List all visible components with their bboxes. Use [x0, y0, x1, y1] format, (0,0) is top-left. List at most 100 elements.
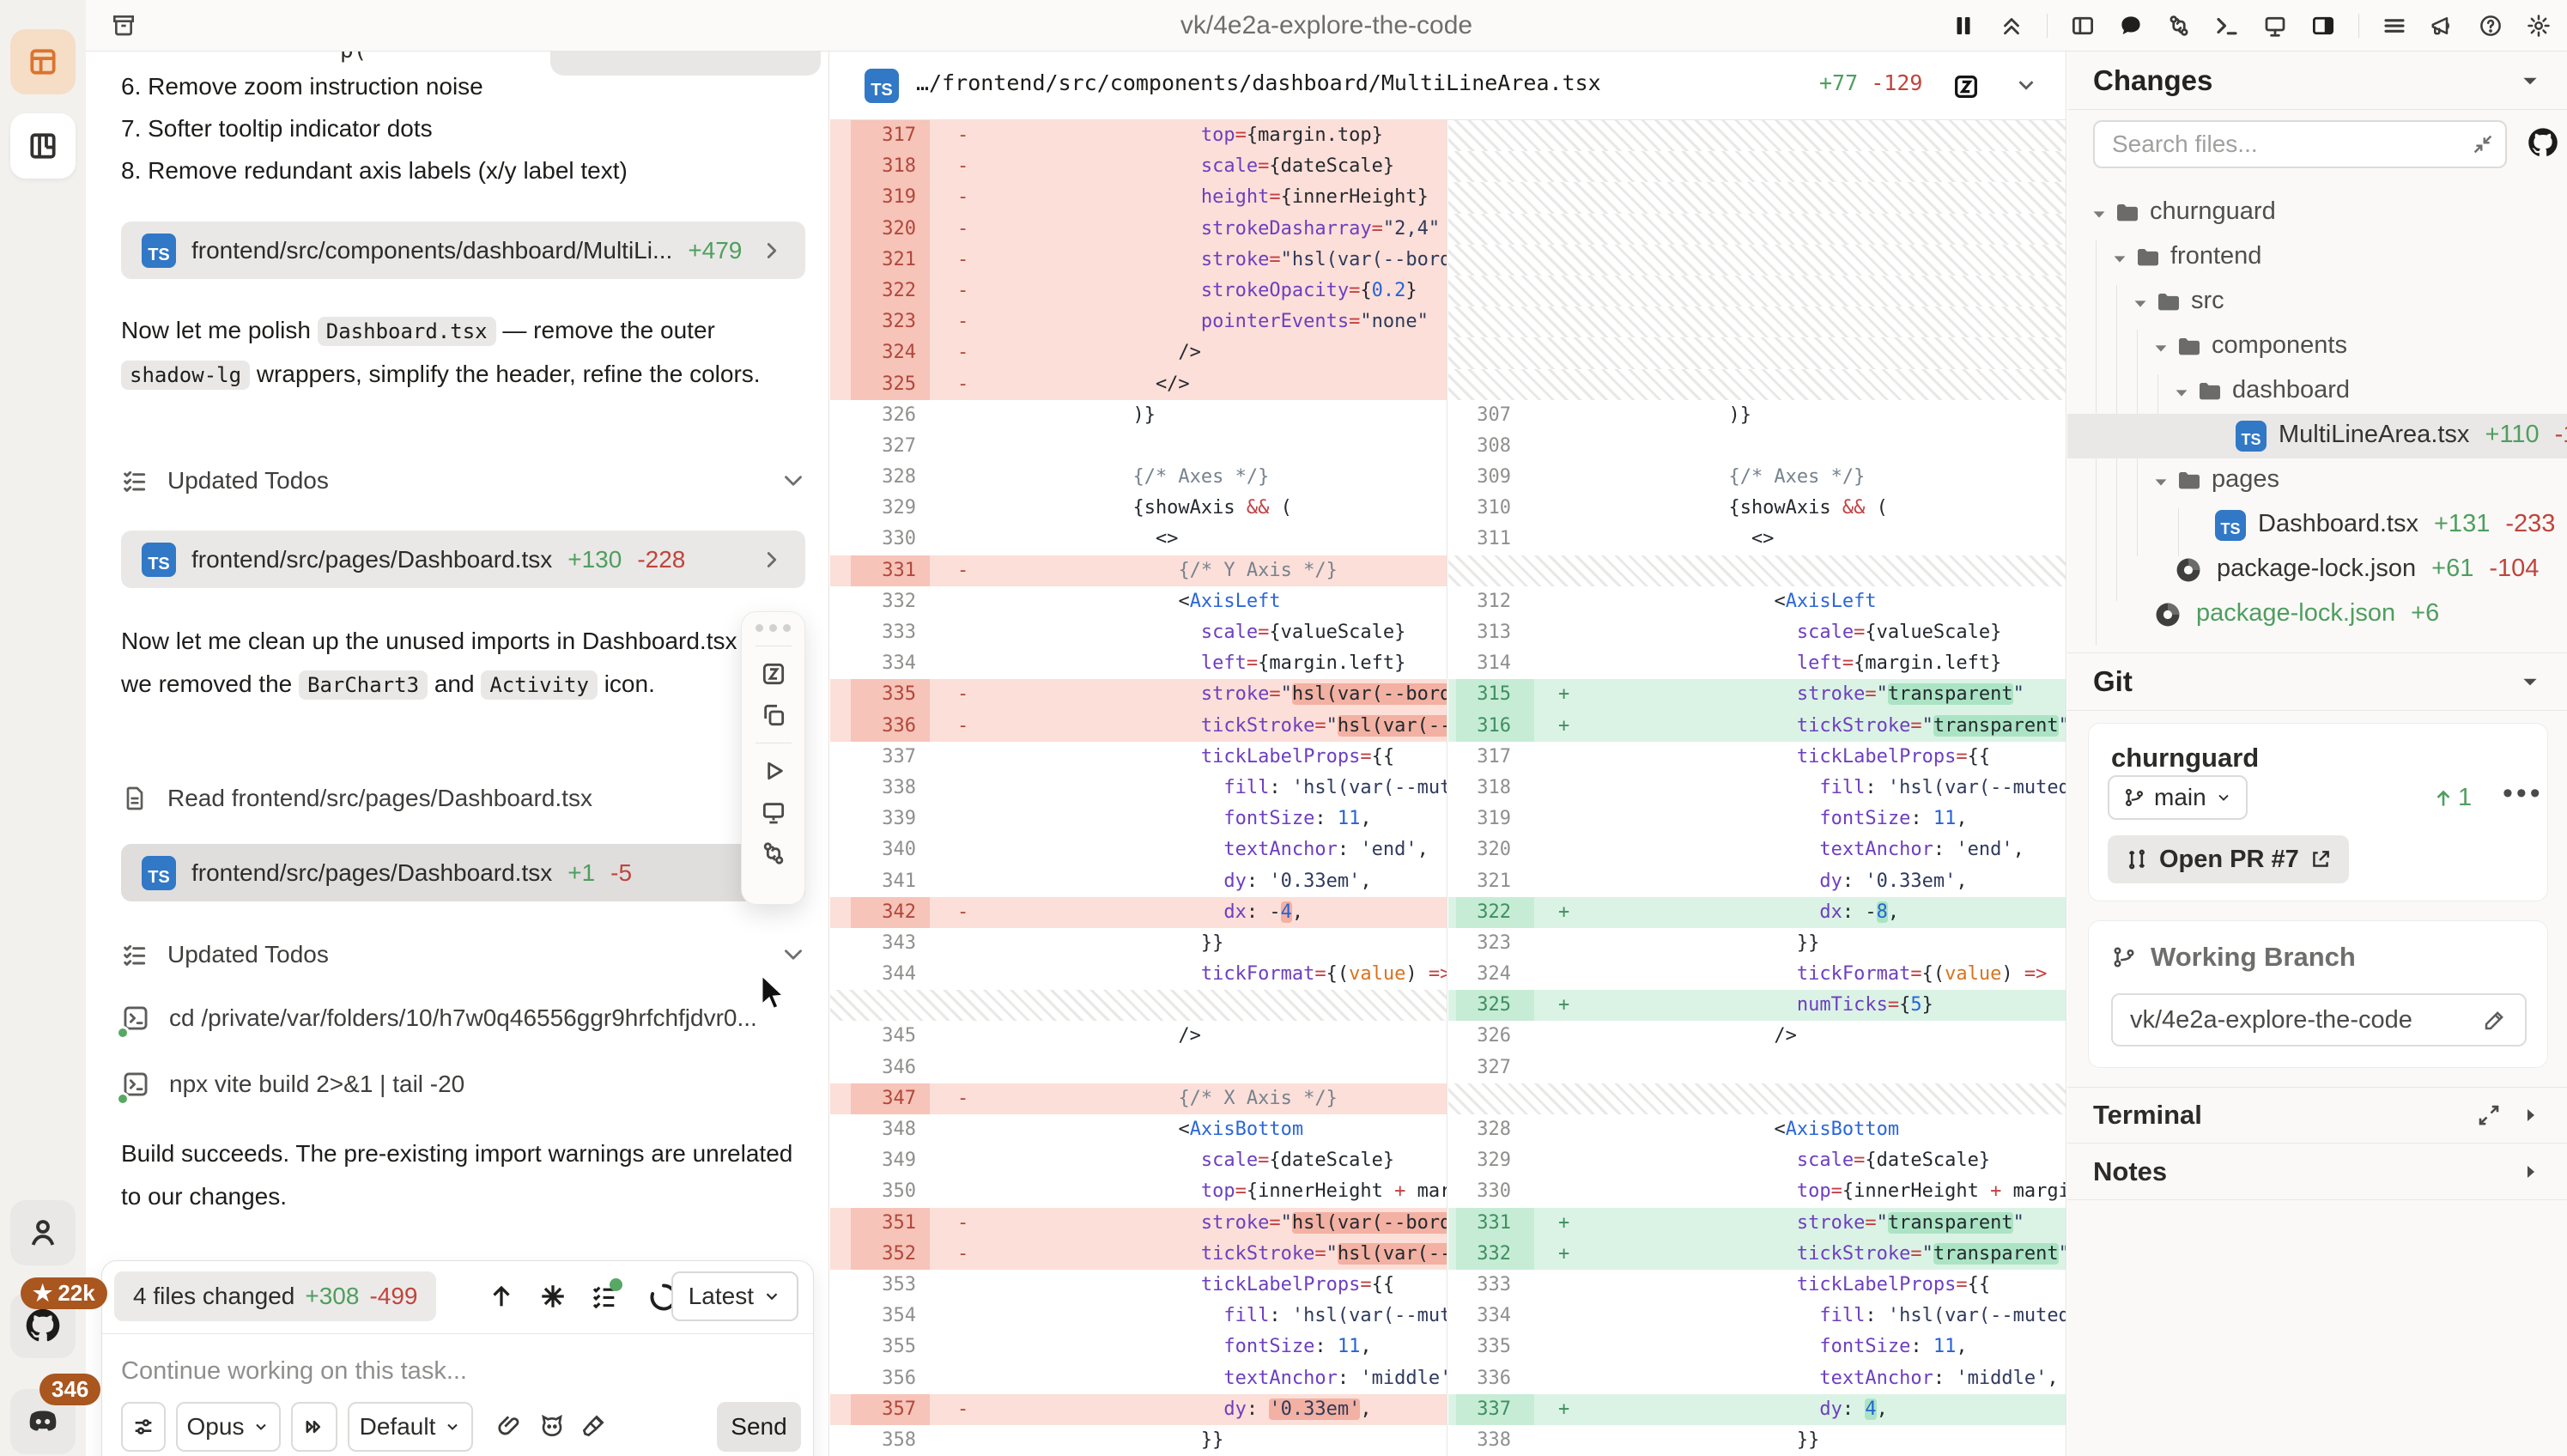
tree-file-Dashboard.tsx[interactable]: TSDashboard.tsx+131-233 — [2067, 503, 2567, 548]
assistant-paragraph: Now let me polish Dashboard.tsx — remove… — [121, 309, 818, 397]
diff-line: 309 {/* Axes */} — [1448, 462, 2066, 493]
git-compare-icon[interactable] — [760, 840, 787, 867]
chat-input[interactable] — [121, 1349, 791, 1393]
model-selector[interactable]: Opus — [176, 1402, 281, 1452]
git-more-menu[interactable]: ••• — [2503, 777, 2544, 810]
left-panel-icon[interactable] — [2070, 13, 2096, 39]
diff-line: 319- height={innerHeight} — [830, 182, 1447, 213]
added-count: +61 — [2431, 555, 2473, 582]
diff-line: 326 )} — [830, 400, 1447, 431]
branch-selector[interactable]: main — [2108, 775, 2248, 820]
chevron-down-icon[interactable] — [779, 466, 808, 495]
tree-file-MultiLineArea.tsx[interactable]: TSMultiLineArea.tsx+110-162 — [2067, 414, 2567, 458]
menu-icon[interactable] — [2382, 13, 2407, 39]
tool-call-row[interactable]: Updated Todos — [121, 461, 808, 500]
file-change-chip[interactable]: TSfrontend/src/components/dashboard/Mult… — [121, 221, 805, 279]
expand-icon[interactable] — [2476, 1102, 2502, 1128]
collapse-tree-icon[interactable] — [2471, 132, 2495, 156]
collapse-all-icon[interactable] — [1999, 13, 2024, 39]
cat-agent-icon[interactable] — [538, 1412, 566, 1440]
archive-icon[interactable] — [110, 12, 137, 39]
copy-icon[interactable] — [760, 701, 787, 729]
spark-icon[interactable] — [538, 1282, 567, 1311]
diff-line: 341 dy: '0.33em', — [830, 866, 1447, 897]
run-icon[interactable] — [760, 757, 787, 785]
drag-handle-icon[interactable] — [756, 624, 791, 632]
diff-view-icon[interactable] — [1951, 72, 1981, 101]
account-button[interactable] — [10, 1200, 76, 1265]
chevron-down-icon — [2519, 70, 2541, 92]
send-button[interactable]: Send — [717, 1402, 801, 1452]
tool-call-row[interactable]: cd /private/var/folders/10/h7w0q46556ggr… — [121, 998, 808, 1038]
tool-call-row[interactable]: npx vite build 2>&1 | tail -20 — [121, 1065, 808, 1104]
working-branch-field[interactable]: vk/4e2a-explore-the-code — [2111, 993, 2527, 1046]
tree-toggle-icon[interactable] — [2151, 473, 2170, 492]
tree-folder-pages[interactable]: pages — [2067, 458, 2567, 503]
tree-file-package-lock.json[interactable]: package-lock.json+6 — [2067, 592, 2567, 637]
git-compare-icon[interactable] — [2166, 13, 2192, 39]
search-input[interactable] — [2112, 125, 2447, 163]
diff-line — [1448, 1083, 2066, 1114]
tree-toggle-icon[interactable] — [2151, 339, 2170, 358]
panel-layout-button[interactable] — [10, 29, 76, 94]
monitor-icon[interactable] — [2262, 13, 2288, 39]
help-icon[interactable] — [2478, 13, 2503, 39]
version-selector[interactable]: Latest — [671, 1271, 798, 1321]
todo-list-item: 8. Remove redundant axis labels (x/y lab… — [121, 149, 628, 191]
scroll-up-icon[interactable] — [487, 1282, 516, 1311]
diff-line: 335- stroke="hsl(var(--border))" — [830, 679, 1447, 710]
tree-folder-dashboard[interactable]: dashboard — [2067, 369, 2567, 414]
tree-toggle-icon[interactable] — [2110, 250, 2129, 269]
tree-toggle-icon[interactable] — [2131, 294, 2150, 313]
edit-pencil-icon[interactable] — [2482, 1007, 2508, 1033]
attach-icon[interactable] — [495, 1412, 523, 1440]
working-branch-label: Working Branch — [2151, 942, 2356, 973]
diff-line: 326 /> — [1448, 1021, 2066, 1052]
folder-name: components — [2212, 331, 2347, 360]
tree-file-package-lock.json[interactable]: package-lock.json+61-104 — [2067, 548, 2567, 592]
tree-toggle-icon[interactable] — [2172, 384, 2191, 403]
feedback-megaphone-icon[interactable] — [2430, 13, 2455, 39]
open-diff-icon[interactable] — [760, 660, 787, 688]
diff-line: 351- stroke="hsl(var(--border))" — [830, 1208, 1447, 1239]
tree-toggle-icon[interactable] — [2090, 205, 2109, 224]
settings-gear-icon[interactable] — [2526, 13, 2552, 39]
top-bar: vk/4e2a-explore-the-code — [86, 0, 2567, 52]
tree-folder-components[interactable]: components — [2067, 325, 2567, 369]
folder-name: pages — [2212, 465, 2279, 494]
tree-folder-churnguard[interactable]: churnguard — [2067, 191, 2567, 235]
github-link-icon[interactable] — [2526, 125, 2560, 160]
running-status-dot — [116, 1092, 130, 1106]
preview-icon[interactable] — [760, 798, 787, 826]
broom-icon[interactable] — [580, 1412, 607, 1440]
folder-icon — [2196, 378, 2224, 405]
terminal-section-header[interactable]: Terminal — [2067, 1087, 2567, 1144]
open-pr-button[interactable]: Open PR #7 — [2108, 835, 2349, 883]
tool-call-row[interactable]: Read frontend/src/pages/Dashboard.tsx — [121, 779, 808, 818]
board-view-button[interactable] — [10, 113, 76, 179]
tree-folder-src[interactable]: src — [2067, 280, 2567, 325]
fast-forward-button[interactable] — [291, 1402, 337, 1452]
file-change-chip[interactable]: TSfrontend/src/pages/Dashboard.tsx+1-5 — [121, 844, 805, 901]
file-change-chip[interactable]: TSfrontend/src/pages/Dashboard.tsx+130-2… — [121, 531, 805, 588]
chevron-down-icon[interactable] — [779, 940, 808, 969]
removed-count: -104 — [2489, 555, 2539, 582]
chat-bubble-icon[interactable] — [2118, 13, 2144, 39]
git-section-header[interactable]: Git — [2067, 652, 2567, 711]
right-panel-icon[interactable] — [2310, 13, 2336, 39]
changes-section-header[interactable]: Changes — [2067, 52, 2567, 110]
collapse-file-chevron[interactable] — [2013, 72, 2039, 98]
folder-icon — [2176, 333, 2203, 361]
pause-icon[interactable] — [1951, 13, 1976, 39]
todo-status-icon[interactable] — [590, 1282, 619, 1311]
notes-section-header[interactable]: Notes — [2067, 1144, 2567, 1200]
files-changed-pill[interactable]: 4 files changed +308 -499 — [114, 1271, 436, 1321]
folder-name: src — [2191, 287, 2224, 315]
settings-sliders-button[interactable] — [121, 1402, 166, 1452]
mode-selector[interactable]: Default — [348, 1402, 473, 1452]
commits-ahead[interactable]: 1 — [2432, 784, 2472, 812]
tool-call-row[interactable]: Updated Todos — [121, 935, 808, 974]
terminal-icon[interactable] — [2214, 13, 2240, 39]
diff-line — [1448, 151, 2066, 182]
tree-folder-frontend[interactable]: frontend — [2067, 235, 2567, 280]
